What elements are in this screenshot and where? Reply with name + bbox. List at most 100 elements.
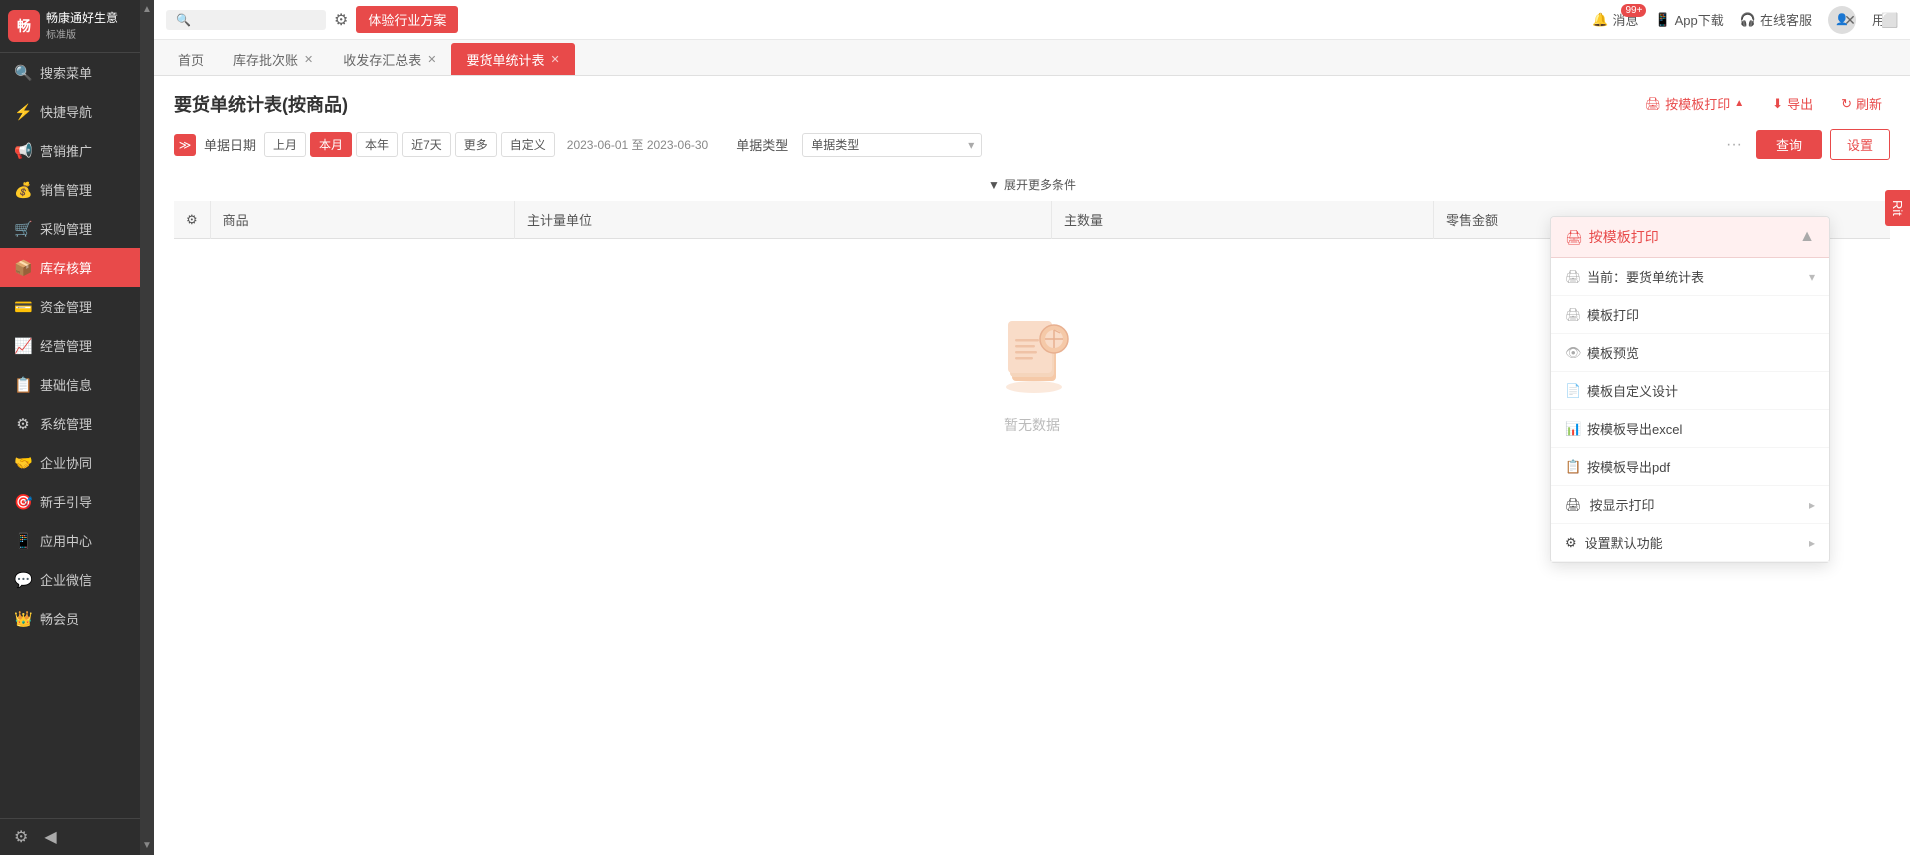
- display-print-expand[interactable]: 🖨 按显示打印 ▸: [1551, 486, 1829, 524]
- date-btn-7days[interactable]: 近7天: [402, 132, 451, 157]
- topbar-gear-icon[interactable]: ⚙: [334, 10, 348, 30]
- table-settings-btn[interactable]: 设置: [1830, 129, 1890, 160]
- topbar-search-box[interactable]: 🔍: [166, 10, 326, 30]
- expand-more-btn[interactable]: ▼ 展开更多条件: [972, 172, 1092, 197]
- messages-btn[interactable]: 🔔 消息 99+: [1592, 10, 1638, 29]
- sidebar-item-guide[interactable]: 🎯 新手引导: [0, 482, 140, 521]
- sidebar-item-enterprise[interactable]: 🤝 企业协同: [0, 443, 140, 482]
- sidebar-item-label: 库存核算: [40, 258, 92, 277]
- tab-order-stats[interactable]: 要货单统计表 ✕: [451, 43, 574, 75]
- dropdown-title-text: 按模板打印: [1589, 227, 1659, 247]
- date-btn-this-year[interactable]: 本年: [356, 132, 398, 157]
- tab-close-collection[interactable]: ✕: [427, 53, 436, 66]
- sidebar-bottom: ⚙ ◀: [0, 818, 140, 855]
- sidebar-item-marketing[interactable]: 📢 营销推广: [0, 131, 140, 170]
- dropdown-close-btn[interactable]: ▲: [1799, 228, 1815, 246]
- date-btn-last-month[interactable]: 上月: [264, 132, 306, 157]
- order-type-select-wrap: 单据类型: [736, 135, 794, 154]
- template-export-pdf-item[interactable]: 📋 按模板导出pdf: [1551, 448, 1829, 486]
- filter-toggle-btn[interactable]: ≫: [174, 134, 196, 156]
- sidebar-logo: 畅 畅康通好生意 标准版: [0, 0, 140, 53]
- sidebar-item-quick-nav[interactable]: ⚡ 快捷导航: [0, 92, 140, 131]
- query-btn[interactable]: 查询: [1756, 130, 1822, 159]
- col-settings[interactable]: ⚙: [174, 201, 210, 239]
- sidebar-item-search[interactable]: 🔍 搜索菜单: [0, 53, 140, 92]
- col-qty: 主数量: [1052, 201, 1434, 239]
- settings-bottom-icon[interactable]: ⚙: [14, 827, 28, 847]
- guide-icon: 🎯: [14, 493, 32, 511]
- date-filter-label: 单据日期: [204, 135, 256, 154]
- tab-close-order-stats[interactable]: ✕: [551, 53, 560, 66]
- tab-close-stock-batch[interactable]: ✕: [304, 53, 313, 66]
- refresh-label: 刷新: [1856, 94, 1882, 113]
- scroll-down-arrow[interactable]: ▼: [142, 840, 152, 851]
- refresh-btn[interactable]: ↻ 刷新: [1833, 90, 1890, 117]
- print-btn[interactable]: 🖨 按模板打印 ▲: [1637, 90, 1752, 117]
- display-print-left: 🖨 按显示打印: [1565, 495, 1655, 514]
- expand-icon: ▼: [988, 178, 1000, 192]
- win-maximize-btn[interactable]: ⬜: [1870, 0, 1910, 40]
- sidebar-item-wechat[interactable]: 💬 企业微信: [0, 560, 140, 599]
- sidebar-nav: 🔍 搜索菜单 ⚡ 快捷导航 📢 营销推广 💰 销售管理 🛒 采购管理 📦 库存核…: [0, 53, 140, 818]
- app-center-icon: 📱: [14, 532, 32, 550]
- current-template-item[interactable]: 🖨 当前：要货单统计表 ▾: [1551, 258, 1829, 296]
- marketing-icon: 📢: [14, 142, 32, 160]
- tab-label: 要货单统计表: [466, 50, 544, 69]
- sidebar-item-sales[interactable]: 💰 销售管理: [0, 170, 140, 209]
- date-btn-custom[interactable]: 自定义: [501, 132, 555, 157]
- date-btn-more[interactable]: 更多: [455, 132, 497, 157]
- set-default-expand[interactable]: ⚙ 设置默认功能 ▸: [1551, 524, 1829, 562]
- more-options-btn[interactable]: ···: [1720, 134, 1748, 156]
- scroll-up-arrow[interactable]: ▲: [142, 4, 152, 15]
- online-service-btn[interactable]: 🎧 在线客服: [1740, 10, 1812, 29]
- print-dropdown-panel: 🖨 按模板打印 ▲ 🖨 当前：要货单统计表 ▾ 🖨 模板打印 👁 模板预览: [1550, 216, 1830, 563]
- window-controls: ✕ ⬜: [1830, 0, 1910, 40]
- chevron-up-icon: ▲: [1734, 98, 1744, 109]
- sidebar-item-label: 企业协同: [40, 453, 92, 472]
- order-type-select[interactable]: 单据类型: [802, 133, 982, 157]
- sidebar-item-label: 销售管理: [40, 180, 92, 199]
- tab-stock-batch[interactable]: 库存批次账 ✕: [218, 43, 328, 75]
- expand-label: 展开更多条件: [1004, 176, 1076, 193]
- tab-home[interactable]: 首页: [164, 44, 218, 75]
- sidebar-item-purchase[interactable]: 🛒 采购管理: [0, 209, 140, 248]
- wechat-icon: 💬: [14, 571, 32, 589]
- sidebar-item-basic[interactable]: 📋 基础信息: [0, 365, 140, 404]
- template-print-item[interactable]: 🖨 模板打印: [1551, 296, 1829, 334]
- sidebar-item-inventory[interactable]: 📦 库存核算: [0, 248, 140, 287]
- sidebar-item-finance[interactable]: 💳 资金管理: [0, 287, 140, 326]
- template-current-icon: 🖨: [1565, 269, 1582, 285]
- sidebar-item-label: 企业微信: [40, 570, 92, 589]
- template-design-item[interactable]: 📄 模板自定义设计: [1551, 372, 1829, 410]
- export-btn[interactable]: ⬇ 导出: [1764, 90, 1821, 117]
- sidebar-item-system[interactable]: ⚙ 系统管理: [0, 404, 140, 443]
- template-export-excel-label: 按模板导出excel: [1587, 419, 1682, 438]
- sidebar-item-member[interactable]: 👑 畅会员: [0, 599, 140, 638]
- win-close-btn[interactable]: ✕: [1830, 0, 1870, 40]
- sidebar-item-app-center[interactable]: 📱 应用中心: [0, 521, 140, 560]
- sidebar-item-operation[interactable]: 📈 经营管理: [0, 326, 140, 365]
- app-download-btn[interactable]: 📱 App下载: [1654, 10, 1723, 29]
- rit-sidebar-label[interactable]: Rit: [1885, 190, 1910, 226]
- template-export-pdf-label: 按模板导出pdf: [1587, 457, 1670, 476]
- set-default-left: ⚙ 设置默认功能: [1565, 533, 1663, 552]
- topbar: 🔍 ⚙ 体验行业方案 🔔 消息 99+ 📱 App下载 🎧 在线客服 👤 用户: [154, 0, 1910, 40]
- sidebar-item-label: 经营管理: [40, 336, 92, 355]
- display-print-chevron: ▸: [1809, 498, 1815, 512]
- template-export-excel-item[interactable]: 📊 按模板导出excel: [1551, 410, 1829, 448]
- template-design-label: 模板自定义设计: [1587, 381, 1678, 400]
- date-btn-this-month[interactable]: 本月: [310, 132, 352, 157]
- member-icon: 👑: [14, 610, 32, 628]
- search-nav-icon: 🔍: [14, 64, 32, 82]
- bell-icon: 🔔: [1592, 12, 1608, 28]
- tab-label: 收发存汇总表: [343, 50, 421, 69]
- trial-btn[interactable]: 体验行业方案: [356, 6, 458, 33]
- template-preview-item[interactable]: 👁 模板预览: [1551, 334, 1829, 372]
- sidebar-collapse-icon[interactable]: ◀: [44, 827, 56, 847]
- quick-nav-icon: ⚡: [14, 103, 32, 121]
- tab-collection-summary[interactable]: 收发存汇总表 ✕: [328, 43, 451, 75]
- col-unit: 主计量单位: [515, 201, 1052, 239]
- app-logo-icon: 畅: [8, 10, 40, 42]
- export-icon: ⬇: [1772, 96, 1783, 112]
- operation-icon: 📈: [14, 337, 32, 355]
